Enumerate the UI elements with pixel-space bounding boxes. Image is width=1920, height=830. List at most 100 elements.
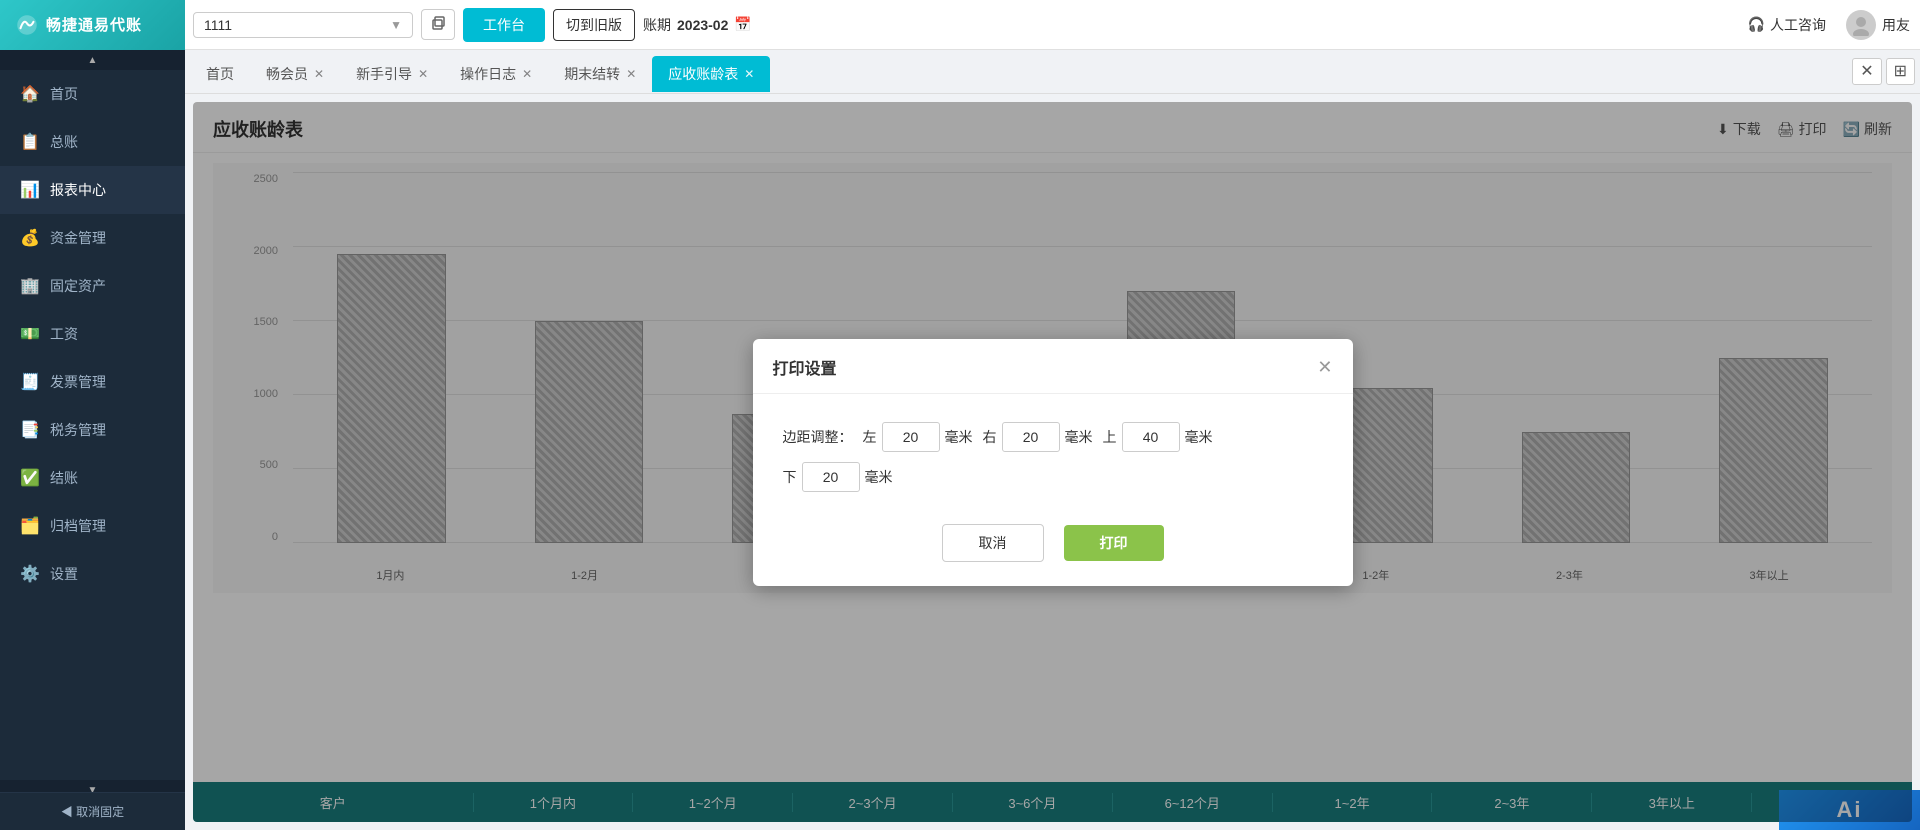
right-label: 右 <box>983 427 997 447</box>
tab-close-button[interactable]: ✕ <box>1852 58 1881 85</box>
margin-row: 边距调整： 左 毫米 右 毫米 <box>783 422 1323 492</box>
tax-icon: 📑 <box>20 420 40 440</box>
sidebar-label-invoice: 发票管理 <box>50 372 106 392</box>
collapse-label: ◀ 取消固定 <box>61 803 124 820</box>
sidebar-item-archive[interactable]: 🗂️ 归档管理 <box>0 502 185 550</box>
workbench-button[interactable]: 工作台 <box>463 8 545 42</box>
tab-oplog[interactable]: 操作日志 ✕ <box>444 56 548 92</box>
sidebar-label-home: 首页 <box>50 84 78 104</box>
logo-area: 畅捷通易代账 <box>0 0 185 50</box>
left-unit: 毫米 <box>945 427 973 447</box>
top-bar: 畅捷通易代账 1111 ▼ 工作台 切到旧版 账期 2023-02 📅 🎧 人工… <box>0 0 1920 50</box>
margin-right-group: 右 毫米 <box>983 422 1093 452</box>
right-unit: 毫米 <box>1065 427 1093 447</box>
sidebar-scroll-up[interactable]: ▲ <box>0 50 185 70</box>
consultant-label: 人工咨询 <box>1770 15 1826 35</box>
top-input[interactable] <box>1122 422 1180 452</box>
margin-left-group: 左 毫米 <box>863 422 973 452</box>
tab-member[interactable]: 畅会员 ✕ <box>250 56 340 92</box>
sidebar-item-home[interactable]: 🏠 首页 <box>0 70 185 118</box>
archive-icon: 🗂️ <box>20 516 40 536</box>
sidebar-label-archive: 归档管理 <box>50 516 106 536</box>
tab-period[interactable]: 期末结转 ✕ <box>548 56 652 92</box>
print-settings-modal: 打印设置 ✕ 边距调整： 左 毫米 右 <box>753 339 1353 586</box>
company-name: 1111 <box>204 17 386 33</box>
funds-icon: 💰 <box>20 228 40 248</box>
cancel-button[interactable]: 取消 <box>942 524 1044 562</box>
tab-member-close[interactable]: ✕ <box>314 68 324 80</box>
tab-aging-close[interactable]: ✕ <box>744 68 754 80</box>
copy-button[interactable] <box>421 9 455 40</box>
page-content: 应收账龄表 ⬇ 下载 🖨 打印 🔄 刷新 <box>193 102 1912 822</box>
tab-period-close[interactable]: ✕ <box>626 68 636 80</box>
calendar-icon[interactable]: 📅 <box>734 16 751 33</box>
tab-aging-label: 应收账龄表 <box>668 64 738 84</box>
user-area[interactable]: 用友 <box>1846 10 1910 40</box>
invoice-icon: 🧾 <box>20 372 40 392</box>
consultant-area[interactable]: 🎧 人工咨询 <box>1748 15 1826 35</box>
sidebar-item-ledger[interactable]: 📋 总账 <box>0 118 185 166</box>
modal-close-button[interactable]: ✕ <box>1317 358 1332 376</box>
period-value: 2023-02 <box>677 17 728 33</box>
settle-icon: ✅ <box>20 468 40 488</box>
headset-icon: 🎧 <box>1748 16 1765 33</box>
assets-icon: 🏢 <box>20 276 40 296</box>
sidebar-label-reports: 报表中心 <box>50 180 106 200</box>
tab-guide-close[interactable]: ✕ <box>418 68 428 80</box>
tab-home[interactable]: 首页 <box>190 56 250 92</box>
bottom-unit: 毫米 <box>865 467 893 487</box>
tab-right-controls: ✕ ⊞ <box>1852 58 1915 85</box>
sidebar-label-settings: 设置 <box>50 564 78 584</box>
modal-overlay[interactable]: 打印设置 ✕ 边距调整： 左 毫米 右 <box>193 102 1912 822</box>
right-input[interactable] <box>1002 422 1060 452</box>
modal-footer: 取消 打印 <box>753 516 1353 586</box>
tab-oplog-close[interactable]: ✕ <box>522 68 532 80</box>
sidebar-label-salary: 工资 <box>50 324 78 344</box>
user-name: 用友 <box>1882 15 1910 35</box>
tab-period-label: 期末结转 <box>564 64 620 84</box>
modal-title: 打印设置 <box>773 355 837 379</box>
sidebar-item-settings[interactable]: ⚙️ 设置 <box>0 550 185 598</box>
sidebar-label-assets: 固定资产 <box>50 276 106 296</box>
reports-icon: 📊 <box>20 180 40 200</box>
period-label: 账期 <box>643 15 671 35</box>
tab-member-label: 畅会员 <box>266 64 308 84</box>
company-selector[interactable]: 1111 ▼ <box>193 12 413 38</box>
sidebar-collapse-button[interactable]: ◀ 取消固定 <box>0 792 185 830</box>
sidebar-item-settle[interactable]: ✅ 结账 <box>0 454 185 502</box>
tab-home-label: 首页 <box>206 64 234 84</box>
modal-header: 打印设置 ✕ <box>753 339 1353 394</box>
sidebar-item-salary[interactable]: 💵 工资 <box>0 310 185 358</box>
margin-bottom-group: 下 毫米 <box>783 462 893 492</box>
salary-icon: 💵 <box>20 324 40 344</box>
sidebar-label-tax: 税务管理 <box>50 420 106 440</box>
settings-icon: ⚙️ <box>20 564 40 584</box>
bottom-input[interactable] <box>802 462 860 492</box>
tab-expand-button[interactable]: ⊞ <box>1886 58 1915 85</box>
sidebar: ▲ 🏠 首页 📋 总账 📊 报表中心 💰 资金管理 🏢 固定资产 💵 工资 🧾 … <box>0 50 185 830</box>
confirm-print-button[interactable]: 打印 <box>1064 525 1164 561</box>
tab-bar: 首页 畅会员 ✕ 新手引导 ✕ 操作日志 ✕ 期末结转 ✕ 应收账龄表 ✕ <box>185 50 1920 94</box>
home-icon: 🏠 <box>20 84 40 104</box>
left-input[interactable] <box>882 422 940 452</box>
content-area: 首页 畅会员 ✕ 新手引导 ✕ 操作日志 ✕ 期末结转 ✕ 应收账龄表 ✕ <box>185 50 1920 830</box>
dropdown-arrow-icon: ▼ <box>390 18 402 32</box>
logo-text: 畅捷通易代账 <box>46 14 142 35</box>
sidebar-item-reports[interactable]: 📊 报表中心 <box>0 166 185 214</box>
sidebar-label-funds: 资金管理 <box>50 228 106 248</box>
sidebar-label-settle: 结账 <box>50 468 78 488</box>
period-area: 账期 2023-02 📅 <box>643 15 752 35</box>
margin-label: 边距调整： <box>783 427 853 447</box>
sidebar-item-invoice[interactable]: 🧾 发票管理 <box>0 358 185 406</box>
sidebar-item-tax[interactable]: 📑 税务管理 <box>0 406 185 454</box>
switch-version-button[interactable]: 切到旧版 <box>553 9 635 41</box>
tab-guide[interactable]: 新手引导 ✕ <box>340 56 444 92</box>
sidebar-item-funds[interactable]: 💰 资金管理 <box>0 214 185 262</box>
tab-oplog-label: 操作日志 <box>460 64 516 84</box>
modal-body: 边距调整： 左 毫米 右 毫米 <box>753 394 1353 516</box>
logo-icon <box>14 12 40 38</box>
tab-aging[interactable]: 应收账龄表 ✕ <box>652 56 770 92</box>
sidebar-item-assets[interactable]: 🏢 固定资产 <box>0 262 185 310</box>
top-right: 🎧 人工咨询 用友 <box>1748 10 1910 40</box>
ledger-icon: 📋 <box>20 132 40 152</box>
